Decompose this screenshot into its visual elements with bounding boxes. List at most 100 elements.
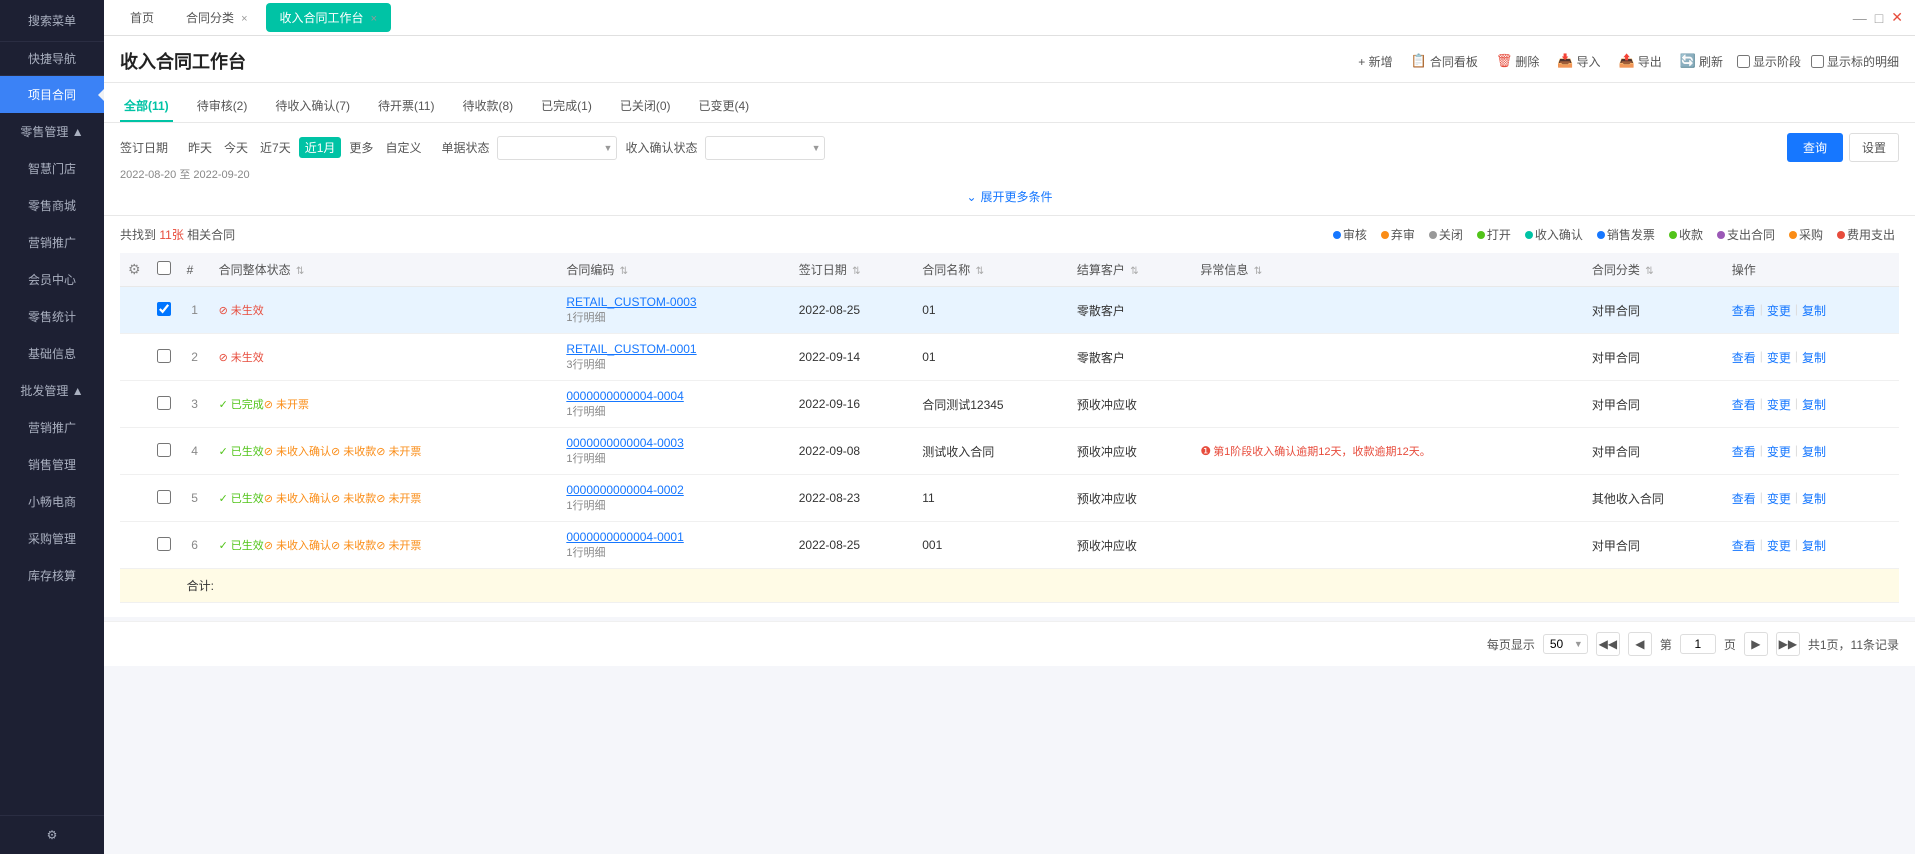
sidebar-item-inventory[interactable]: 库存核算 — [0, 557, 104, 594]
table-action-purchase[interactable]: 采购 — [1785, 224, 1827, 245]
filter-tab-pending-review[interactable]: 待审核(2) — [193, 91, 252, 122]
select-all-checkbox[interactable] — [157, 261, 171, 275]
filter-tab-closed[interactable]: 已关闭(0) — [616, 91, 675, 122]
date-btn-today[interactable]: 今天 — [220, 137, 252, 158]
tab-home[interactable]: 首页 — [116, 3, 168, 32]
header-action-delete[interactable]: 🗑删除 — [1492, 51, 1544, 72]
filter-tab-completed[interactable]: 已完成(1) — [537, 91, 596, 122]
action-变更[interactable]: 变更 — [1767, 537, 1791, 554]
contract-code-link[interactable]: 0000000000004-0004 — [566, 389, 683, 403]
action-查看[interactable]: 查看 — [1732, 396, 1756, 413]
filter-tab-pending-payment[interactable]: 待收款(8) — [458, 91, 517, 122]
contract-code-link[interactable]: RETAIL_CUSTOM-0003 — [566, 295, 696, 309]
table-action-sales-invoice[interactable]: 销售发票 — [1593, 224, 1659, 245]
action-变更[interactable]: 变更 — [1767, 443, 1791, 460]
page-size-select[interactable]: 50 20 100 — [1543, 634, 1588, 654]
date-btn-last1month[interactable]: 近1月 — [299, 137, 342, 158]
action-变更[interactable]: 变更 — [1767, 302, 1791, 319]
tab-close-income-workbench[interactable]: × — [368, 13, 377, 25]
row-checkbox[interactable] — [157, 443, 171, 457]
sidebar-item-online-store[interactable]: 零售商城 — [0, 187, 104, 224]
action-查看[interactable]: 查看 — [1732, 537, 1756, 554]
action-复制[interactable]: 复制 — [1802, 443, 1826, 460]
action-复制[interactable]: 复制 — [1802, 490, 1826, 507]
date-btn-yesterday[interactable]: 昨天 — [184, 137, 216, 158]
sidebar-item-member[interactable]: 会员中心 — [0, 261, 104, 298]
table-action-close[interactable]: 关闭 — [1425, 224, 1467, 245]
table-action-expense-out[interactable]: 支出合同 — [1713, 224, 1779, 245]
row-checkbox[interactable] — [157, 396, 171, 410]
action-变更[interactable]: 变更 — [1767, 396, 1791, 413]
sidebar-item-stats[interactable]: 零售统计 — [0, 298, 104, 335]
header-action-add[interactable]: + 新增 — [1354, 51, 1396, 72]
window-minimize[interactable]: — — [1853, 10, 1867, 26]
row-checkbox[interactable] — [157, 537, 171, 551]
sidebar-item-wholesale[interactable]: 批发管理 ▲ — [0, 372, 104, 409]
table-action-payment[interactable]: 收款 — [1665, 224, 1707, 245]
sidebar-item-marketing[interactable]: 营销推广 — [0, 224, 104, 261]
action-查看[interactable]: 查看 — [1732, 302, 1756, 319]
action-查看[interactable]: 查看 — [1732, 443, 1756, 460]
first-page-button[interactable]: ◀◀ — [1596, 632, 1620, 656]
sidebar-item-retail[interactable]: 零售管理 ▲ — [0, 113, 104, 150]
row-checkbox[interactable] — [157, 490, 171, 504]
sidebar-item-ecom[interactable]: 小畅电商 — [0, 483, 104, 520]
date-btn-last7[interactable]: 近7天 — [256, 137, 295, 158]
action-查看[interactable]: 查看 — [1732, 349, 1756, 366]
action-变更[interactable]: 变更 — [1767, 490, 1791, 507]
row-checkbox[interactable] — [157, 302, 171, 316]
date-btn-more[interactable]: 更多 — [345, 137, 377, 158]
action-复制[interactable]: 复制 — [1802, 537, 1826, 554]
header-action-contract-board[interactable]: 📋合同看板 — [1407, 51, 1482, 72]
filter-tab-pending-invoice[interactable]: 待开票(11) — [374, 91, 438, 122]
gear-icon[interactable]: ⚙ — [128, 261, 141, 277]
checkbox-show-stages[interactable] — [1737, 55, 1750, 68]
header-action-import[interactable]: 📥导入 — [1553, 51, 1604, 72]
table-action-expense-out2[interactable]: 费用支出 — [1833, 224, 1899, 245]
query-button[interactable]: 查询 — [1787, 133, 1843, 162]
filter-tab-all[interactable]: 全部(11) — [120, 91, 173, 122]
action-复制[interactable]: 复制 — [1802, 302, 1826, 319]
header-action-export[interactable]: 📤导出 — [1615, 51, 1666, 72]
filter-setting-button[interactable]: 设置 — [1849, 133, 1899, 162]
checkbox-show-marks[interactable] — [1811, 55, 1824, 68]
table-action-abandon[interactable]: 弃审 — [1377, 224, 1419, 245]
window-maximize[interactable]: □ — [1875, 10, 1883, 26]
sidebar-search[interactable]: 搜索菜单 — [0, 0, 104, 42]
sidebar-item-smart-store[interactable]: 智慧门店 — [0, 150, 104, 187]
sidebar-item-marketing2[interactable]: 营销推广 — [0, 409, 104, 446]
header-action-show-marks[interactable]: 显示标的明细 — [1811, 53, 1899, 70]
header-action-refresh[interactable]: 🔄刷新 — [1676, 51, 1727, 72]
expand-conditions-button[interactable]: ⌄ 展开更多条件 — [966, 188, 1052, 205]
table-action-income-confirm[interactable]: 收入确认 — [1521, 224, 1587, 245]
horizontal-scrollbar[interactable] — [120, 607, 1899, 617]
prev-page-button[interactable]: ◀ — [1628, 632, 1652, 656]
doc-status-select[interactable] — [497, 136, 617, 160]
tab-income-workbench[interactable]: 收入合同工作台 × — [266, 3, 392, 32]
header-action-show-stages[interactable]: 显示阶段 — [1737, 53, 1801, 70]
filter-tab-changed[interactable]: 已变更(4) — [695, 91, 754, 122]
action-复制[interactable]: 复制 — [1802, 396, 1826, 413]
action-查看[interactable]: 查看 — [1732, 490, 1756, 507]
window-close[interactable]: ✕ — [1891, 9, 1903, 26]
next-page-button[interactable]: ▶ — [1744, 632, 1768, 656]
contract-code-link[interactable]: RETAIL_CUSTOM-0001 — [566, 342, 696, 356]
action-变更[interactable]: 变更 — [1767, 349, 1791, 366]
contract-code-link[interactable]: 0000000000004-0002 — [566, 483, 683, 497]
sidebar-settings[interactable]: ⚙ — [0, 815, 104, 854]
filter-tab-pending-confirm[interactable]: 待收入确认(7) — [271, 91, 354, 122]
contract-code-link[interactable]: 0000000000004-0001 — [566, 530, 683, 544]
action-复制[interactable]: 复制 — [1802, 349, 1826, 366]
table-action-review[interactable]: 审核 — [1329, 224, 1371, 245]
sidebar-nav[interactable]: 快捷导航 — [0, 42, 104, 76]
income-confirm-select[interactable] — [705, 136, 825, 160]
date-btn-custom[interactable]: 自定义 — [381, 137, 425, 158]
table-action-open[interactable]: 打开 — [1473, 224, 1515, 245]
sidebar-item-basic-info[interactable]: 基础信息 — [0, 335, 104, 372]
last-page-button[interactable]: ▶▶ — [1776, 632, 1800, 656]
contract-code-link[interactable]: 0000000000004-0003 — [566, 436, 683, 450]
page-number-input[interactable] — [1680, 634, 1716, 654]
sidebar-item-project[interactable]: 项目合同 — [0, 76, 104, 113]
sidebar-item-purchase[interactable]: 采购管理 — [0, 520, 104, 557]
tab-contract-cat[interactable]: 合同分类 × — [172, 3, 262, 32]
